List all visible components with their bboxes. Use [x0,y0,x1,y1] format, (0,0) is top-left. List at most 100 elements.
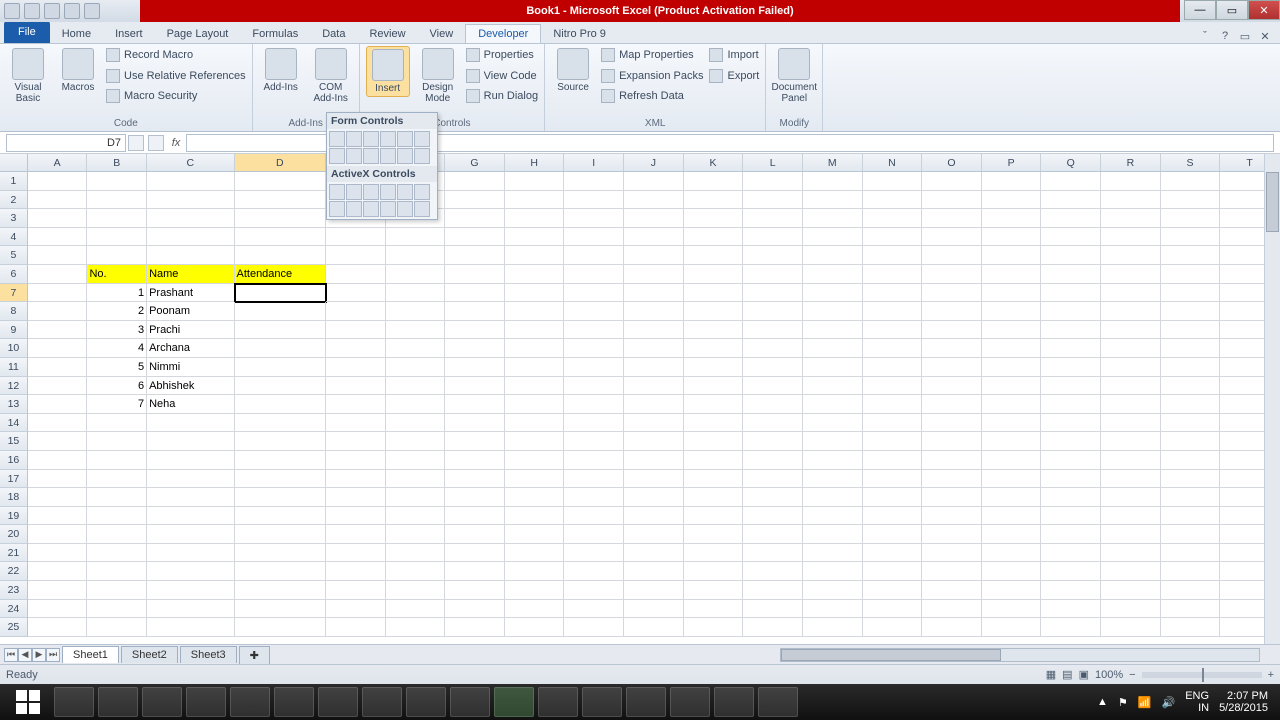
cell-K2[interactable] [684,191,744,210]
col-header-G[interactable]: G [445,154,505,171]
workbook-close-icon[interactable]: ✕ [1258,29,1272,43]
cell-D2[interactable] [235,191,326,210]
form-combo2-icon[interactable] [397,148,413,164]
cell-J13[interactable] [624,395,684,414]
cell-S16[interactable] [1161,451,1221,470]
cell-S10[interactable] [1161,339,1221,358]
cell-J22[interactable] [624,562,684,581]
cell-Q22[interactable] [1041,562,1101,581]
cell-S11[interactable] [1161,358,1221,377]
cell-C14[interactable] [147,414,234,433]
cell-S2[interactable] [1161,191,1221,210]
cell-A25[interactable] [28,618,88,637]
cell-F16[interactable] [386,451,446,470]
system-tray[interactable]: ▲ ⚑ 📶 🔊 ENGIN 2:07 PM5/28/2015 [1097,690,1274,714]
cell-A18[interactable] [28,488,88,507]
cell-P15[interactable] [982,432,1042,451]
cell-B2[interactable] [87,191,147,210]
cell-C17[interactable] [147,470,234,489]
cell-D5[interactable] [235,246,326,265]
cell-J6[interactable] [624,265,684,284]
cell-F15[interactable] [386,432,446,451]
cell-Q3[interactable] [1041,209,1101,228]
cell-D11[interactable] [235,358,326,377]
cell-P19[interactable] [982,507,1042,526]
cell-J11[interactable] [624,358,684,377]
cell-S3[interactable] [1161,209,1221,228]
cell-S4[interactable] [1161,228,1221,247]
cell-L9[interactable] [743,321,803,340]
cell-A4[interactable] [28,228,88,247]
cell-N13[interactable] [863,395,923,414]
cell-I11[interactable] [564,358,624,377]
cell-C21[interactable] [147,544,234,563]
cell-C22[interactable] [147,562,234,581]
cell-E22[interactable] [326,562,386,581]
ax-spin-icon[interactable] [329,201,345,217]
cell-N19[interactable] [863,507,923,526]
col-header-J[interactable]: J [624,154,684,171]
taskbar-store-icon[interactable] [54,687,94,717]
cell-F13[interactable] [386,395,446,414]
cell-I10[interactable] [564,339,624,358]
minimize-button[interactable]: — [1184,0,1216,20]
cell-P7[interactable] [982,284,1042,303]
cell-K21[interactable] [684,544,744,563]
cell-G2[interactable] [445,191,505,210]
cell-B8[interactable]: 2 [87,302,147,321]
cell-H4[interactable] [505,228,565,247]
cell-I6[interactable] [564,265,624,284]
row-header-5[interactable]: 5 [0,246,28,265]
cell-Q20[interactable] [1041,525,1101,544]
cell-O14[interactable] [922,414,982,433]
cell-E8[interactable] [326,302,386,321]
cell-P9[interactable] [982,321,1042,340]
cell-S12[interactable] [1161,377,1221,396]
cell-S14[interactable] [1161,414,1221,433]
cell-L19[interactable] [743,507,803,526]
taskbar-app6-icon[interactable] [670,687,710,717]
cell-N21[interactable] [863,544,923,563]
row-header-22[interactable]: 22 [0,562,28,581]
view-normal-icon[interactable]: ▦ [1046,668,1056,681]
cell-S9[interactable] [1161,321,1221,340]
cell-A3[interactable] [28,209,88,228]
start-button[interactable] [6,687,50,717]
col-header-M[interactable]: M [803,154,863,171]
cell-S18[interactable] [1161,488,1221,507]
cell-A23[interactable] [28,581,88,600]
tab-nitro[interactable]: Nitro Pro 9 [541,25,618,43]
cell-F11[interactable] [386,358,446,377]
cell-E4[interactable] [326,228,386,247]
cell-P20[interactable] [982,525,1042,544]
cell-B24[interactable] [87,600,147,619]
cell-Q8[interactable] [1041,302,1101,321]
cell-G13[interactable] [445,395,505,414]
qat-custom-icon[interactable] [84,3,100,19]
cell-B4[interactable] [87,228,147,247]
cell-A11[interactable] [28,358,88,377]
form-option-icon[interactable] [414,131,430,147]
cell-S22[interactable] [1161,562,1221,581]
cell-E17[interactable] [326,470,386,489]
cell-G20[interactable] [445,525,505,544]
ax-combo-icon[interactable] [346,184,362,200]
ax-scroll-icon[interactable] [414,184,430,200]
cell-B15[interactable] [87,432,147,451]
cell-I1[interactable] [564,172,624,191]
cell-G18[interactable] [445,488,505,507]
cell-O17[interactable] [922,470,982,489]
cell-F4[interactable] [386,228,446,247]
row-header-18[interactable]: 18 [0,488,28,507]
col-header-B[interactable]: B [87,154,147,171]
cell-M8[interactable] [803,302,863,321]
view-code-button[interactable]: View Code [466,67,538,86]
document-panel-button[interactable]: Document Panel [772,46,816,106]
cell-L11[interactable] [743,358,803,377]
cell-N25[interactable] [863,618,923,637]
cell-A22[interactable] [28,562,88,581]
cell-Q4[interactable] [1041,228,1101,247]
cell-B18[interactable] [87,488,147,507]
cell-I3[interactable] [564,209,624,228]
cell-J10[interactable] [624,339,684,358]
